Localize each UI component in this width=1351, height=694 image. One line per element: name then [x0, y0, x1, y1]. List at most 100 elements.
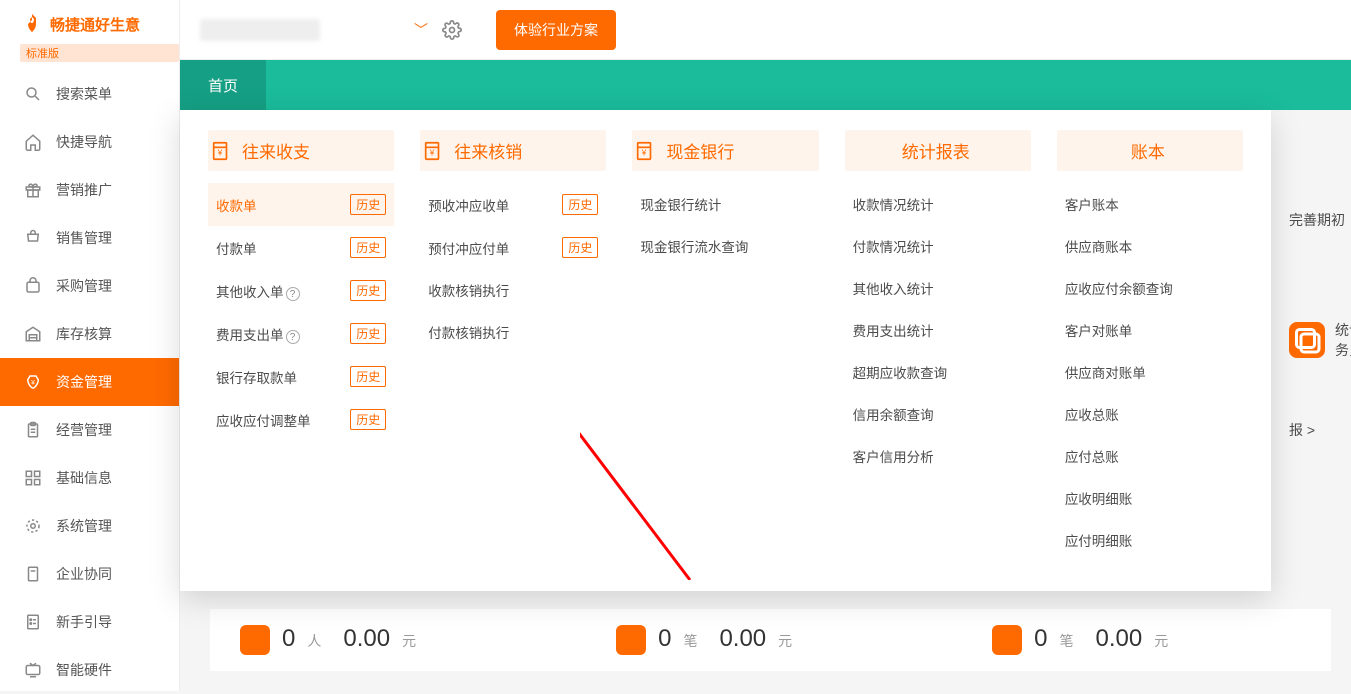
clip-text-1: 完善期初 — [1281, 190, 1351, 250]
nav-item-11[interactable]: 新手引导 — [0, 598, 179, 646]
menu-item-label: 客户对账单 — [1065, 320, 1133, 340]
col-title: 统计报表 — [902, 138, 970, 163]
menu-item-label: 收款单 — [216, 195, 257, 215]
menu-item-label: 其他收入单? — [216, 281, 300, 301]
menu-item-3-5[interactable]: 信用余额查询 — [845, 393, 1031, 435]
menu-item-4-0[interactable]: 客户账本 — [1057, 183, 1243, 225]
header-bar: ﹀ 体验行业方案 — [180, 0, 1351, 60]
bottom-stats-row: 0人 0.00元 0笔 0.00元 0笔 0.00元 — [210, 609, 1331, 671]
nav-item-9[interactable]: 系统管理 — [0, 502, 179, 550]
menu-item-label: 预付冲应付单 — [428, 238, 509, 258]
nav-item-6[interactable]: ¥资金管理 — [0, 358, 179, 406]
nav-item-4[interactable]: 采购管理 — [0, 262, 179, 310]
menu-item-label: 客户账本 — [1065, 194, 1119, 214]
nav-label: 快捷导航 — [56, 132, 112, 152]
history-tag[interactable]: 历史 — [350, 409, 386, 430]
svg-text:¥: ¥ — [217, 148, 223, 157]
stat-value: 0 — [1034, 625, 1047, 653]
nav-item-7[interactable]: 经营管理 — [0, 406, 179, 454]
nav-label: 搜索菜单 — [56, 84, 112, 104]
menu-item-label: 费用支出单? — [216, 324, 300, 344]
nav-item-2[interactable]: 营销推广 — [0, 166, 179, 214]
col-title: 往来收支 — [242, 138, 310, 163]
menu-item-0-2[interactable]: 其他收入单? 历史 — [208, 269, 394, 312]
menu-item-0-0[interactable]: 收款单 历史 — [208, 183, 394, 226]
menu-item-4-1[interactable]: 供应商账本 — [1057, 225, 1243, 267]
menu-item-label: 应收明细账 — [1065, 488, 1133, 508]
stat-value: 0 — [282, 625, 295, 653]
menu-item-1-0[interactable]: 预收冲应收单历史 — [420, 183, 606, 226]
nav-item-0[interactable]: 搜索菜单 — [0, 70, 179, 118]
menu-item-1-3[interactable]: 付款核销执行 — [420, 311, 606, 353]
dropdown-icon[interactable]: ﹀ — [414, 20, 428, 40]
menu-item-label: 付款情况统计 — [853, 236, 934, 256]
stat-value2: 0.00 — [719, 625, 766, 653]
stat-icon — [616, 625, 646, 655]
menu-item-4-8[interactable]: 应付明细账 — [1057, 519, 1243, 561]
nav-item-12[interactable]: 智能硬件 — [0, 646, 179, 694]
history-tag[interactable]: 历史 — [350, 237, 386, 258]
menu-item-label: 其他收入统计 — [853, 278, 934, 298]
search-icon — [24, 85, 42, 103]
history-tag[interactable]: 历史 — [562, 194, 598, 215]
stat-icon — [992, 625, 1022, 655]
menu-item-3-6[interactable]: 客户信用分析 — [845, 435, 1031, 477]
col-header-4: 账本 — [1057, 130, 1243, 171]
history-tag[interactable]: 历史 — [350, 366, 386, 387]
tab-0[interactable]: 首页 — [180, 60, 266, 110]
menu-item-4-2[interactable]: 应收应付余额查询 — [1057, 267, 1243, 309]
gift-icon — [24, 181, 42, 199]
nav-item-5[interactable]: 库存核算 — [0, 310, 179, 358]
menu-item-1-2[interactable]: 收款核销执行 — [420, 269, 606, 311]
help-icon[interactable]: ? — [286, 287, 300, 301]
menu-item-label: 现金银行统计 — [640, 194, 721, 214]
grid-icon — [24, 469, 42, 487]
history-tag[interactable]: 历史 — [350, 280, 386, 301]
col-header-3: 统计报表 — [845, 130, 1031, 171]
menu-item-4-5[interactable]: 应收总账 — [1057, 393, 1243, 435]
menu-item-label: 应收应付余额查询 — [1065, 278, 1173, 298]
org-name-blurred — [200, 19, 320, 41]
logo-area: 畅捷通好生意 — [0, 0, 179, 44]
industry-plan-button[interactable]: 体验行业方案 — [496, 10, 616, 50]
edition-badge: 标准版 — [20, 44, 179, 62]
menu-item-4-4[interactable]: 供应商对账单 — [1057, 351, 1243, 393]
menu-item-4-7[interactable]: 应收明细账 — [1057, 477, 1243, 519]
menu-item-3-4[interactable]: 超期应收款查询 — [845, 351, 1031, 393]
nav-item-1[interactable]: 快捷导航 — [0, 118, 179, 166]
mega-col-2: ¥现金银行现金银行统计现金银行流水查询 — [632, 130, 818, 561]
menu-item-3-0[interactable]: 收款情况统计 — [845, 183, 1031, 225]
menu-item-0-1[interactable]: 付款单历史 — [208, 226, 394, 269]
nav-item-10[interactable]: 企业协同 — [0, 550, 179, 598]
menu-item-4-3[interactable]: 客户对账单 — [1057, 309, 1243, 351]
history-tag[interactable]: 历史 — [350, 323, 386, 344]
menu-item-0-5[interactable]: 应收应付调整单历史 — [208, 398, 394, 441]
menu-item-2-1[interactable]: 现金银行流水查询 — [632, 225, 818, 267]
help-icon[interactable]: ? — [286, 330, 300, 344]
bag-icon — [24, 277, 42, 295]
menu-item-0-3[interactable]: 费用支出单? 历史 — [208, 312, 394, 355]
menu-item-3-1[interactable]: 付款情况统计 — [845, 225, 1031, 267]
menu-item-label: 供应商对账单 — [1065, 362, 1146, 382]
gear-icon[interactable] — [442, 20, 462, 40]
menu-item-3-3[interactable]: 费用支出统计 — [845, 309, 1031, 351]
cart-icon — [24, 229, 42, 247]
menu-item-label: 信用余额查询 — [853, 404, 934, 424]
stat-icon — [240, 625, 270, 655]
nav-label: 系统管理 — [56, 516, 112, 536]
nav-label: 基础信息 — [56, 468, 112, 488]
menu-item-2-0[interactable]: 现金银行统计 — [632, 183, 818, 225]
menu-item-3-2[interactable]: 其他收入统计 — [845, 267, 1031, 309]
stat-1: 0笔 0.00元 — [616, 625, 792, 655]
nav-item-3[interactable]: 销售管理 — [0, 214, 179, 262]
tv-icon — [24, 661, 42, 679]
nav-item-8[interactable]: 基础信息 — [0, 454, 179, 502]
menu-item-1-1[interactable]: 预付冲应付单 历史 — [420, 226, 606, 269]
report-icon[interactable] — [1289, 322, 1325, 358]
menu-item-0-4[interactable]: 银行存取款单历史 — [208, 355, 394, 398]
clip-text-2: 统计表 务员) — [1281, 300, 1351, 380]
history-tag[interactable]: 历史 — [350, 194, 386, 215]
history-tag[interactable]: 历史 — [562, 237, 598, 258]
brand-name: 畅捷通好生意 — [50, 14, 140, 35]
menu-item-4-6[interactable]: 应付总账 — [1057, 435, 1243, 477]
